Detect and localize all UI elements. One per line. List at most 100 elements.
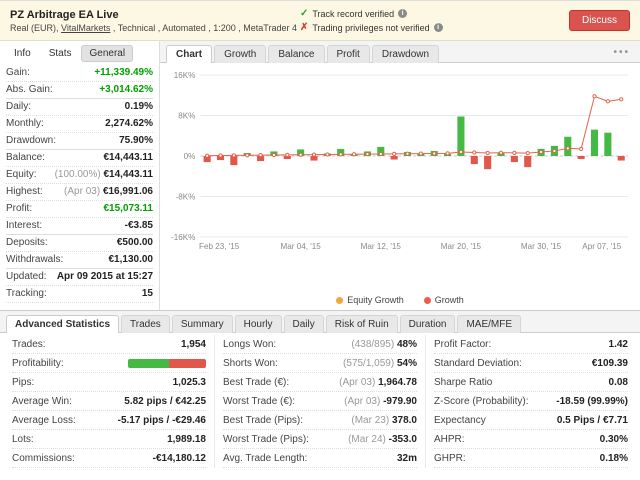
tab-daily[interactable]: Daily xyxy=(283,315,324,333)
stat-value: 0.19% xyxy=(124,101,153,112)
stat-label: Best Trade (Pips): xyxy=(223,414,304,426)
stat-row-drawdown: Drawdown: 75.90% xyxy=(6,133,153,150)
stat-row-monthly: Monthly: 2,274.62% xyxy=(6,116,153,133)
stat-value: 32m xyxy=(396,452,417,464)
account-header: PZ Arbitrage EA Live Real (EUR), VitalMa… xyxy=(0,1,640,41)
profitability-bar-win xyxy=(128,358,169,368)
stat-value: +3,014.62% xyxy=(99,84,153,95)
stat-label: Lots: xyxy=(12,433,34,445)
stat-label: Highest: xyxy=(6,186,43,197)
tab-hourly[interactable]: Hourly xyxy=(234,315,282,333)
legend-equity-growth[interactable]: Equity Growth xyxy=(336,295,404,305)
profitability-bar-loss xyxy=(168,358,206,368)
track-record-verified-label: Track record verified xyxy=(312,8,395,19)
stat-row-abs-gain: Abs. Gain: +3,014.62% xyxy=(6,82,153,99)
privileges-not-verified-row: ✗ Trading privileges not verified i xyxy=(300,22,443,33)
stat-value: €109.39 xyxy=(591,357,628,369)
equity-growth-marker-icon xyxy=(336,296,344,304)
stat-label: Profitability: xyxy=(12,357,64,369)
stat-row-highest: Highest: (Apr 03) €16,991.06 xyxy=(6,184,153,201)
stat-value: (438/895) 48% xyxy=(351,338,417,350)
info-panel-tabs: Info Stats General xyxy=(6,45,153,62)
stat-prefix: (Mar 24) xyxy=(348,433,386,445)
profitability-bar xyxy=(128,358,206,368)
info-icon[interactable]: i xyxy=(398,9,408,18)
chart-menu-icon[interactable]: ••• xyxy=(609,47,634,62)
stat-row-deposits: Deposits: €500.00 xyxy=(6,235,153,252)
row-worst-trade-pips: Worst Trade (Pips): (Mar 24) -353.0 xyxy=(223,430,417,449)
stat-value: 1,954 xyxy=(180,338,206,350)
tab-growth[interactable]: Growth xyxy=(214,45,267,63)
stat-label: Abs. Gain: xyxy=(6,84,53,95)
stat-row-gain: Gain: +11,339.49% xyxy=(6,65,153,82)
row-longs-won: Longs Won: (438/895) 48% xyxy=(223,335,417,354)
tab-balance[interactable]: Balance xyxy=(268,45,325,63)
svg-text:8K%: 8K% xyxy=(178,112,195,121)
tab-chart[interactable]: Chart xyxy=(166,45,213,63)
stat-label: Balance: xyxy=(6,152,45,163)
growth-marker-icon xyxy=(423,296,431,304)
statistics-tab-bar: Advanced Statistics Trades Summary Hourl… xyxy=(0,311,640,333)
stat-value: -5.17 pips / -€29.46 xyxy=(117,414,206,426)
row-avg-trade-length: Avg. Trade Length: 32m xyxy=(223,449,417,468)
stat-value: 1,025.3 xyxy=(172,376,206,388)
tab-info[interactable]: Info xyxy=(6,45,39,62)
tab-mae-mfe[interactable]: MAE/MFE xyxy=(457,315,522,333)
row-profitability: Profitability: xyxy=(12,354,206,373)
tab-trades[interactable]: Trades xyxy=(121,315,170,333)
tab-duration[interactable]: Duration xyxy=(399,315,456,333)
stat-prefix: (Mar 23) xyxy=(351,414,390,426)
tab-advanced-statistics[interactable]: Advanced Statistics xyxy=(6,315,120,333)
discuss-button[interactable]: Discuss xyxy=(568,10,630,31)
stat-label: Profit Factor: xyxy=(434,338,492,350)
cross-icon: ✗ xyxy=(300,22,309,33)
stat-prefix: (100.00%) xyxy=(54,169,101,180)
row-average-loss: Average Loss: -5.17 pips / -€29.46 xyxy=(12,411,206,430)
svg-text:Feb 23, '15: Feb 23, '15 xyxy=(199,242,240,251)
stat-value: (Apr 03) 1,964.78 xyxy=(339,376,417,388)
legend-label: Equity Growth xyxy=(347,295,404,305)
stat-label: Gain: xyxy=(6,67,30,78)
tab-general[interactable]: General xyxy=(81,45,134,62)
stat-label: Commissions: xyxy=(12,452,75,464)
stat-value: Apr 09 2015 at 15:27 xyxy=(56,271,153,282)
row-best-trade-pips: Best Trade (Pips): (Mar 23) 378.0 xyxy=(223,411,417,430)
check-icon: ✓ xyxy=(300,8,309,19)
stat-label: Monthly: xyxy=(6,118,44,129)
tab-summary[interactable]: Summary xyxy=(171,315,233,333)
info-panel: Info Stats General Gain: +11,339.49% Abs… xyxy=(0,41,160,310)
stat-label: Worst Trade (€): xyxy=(223,395,296,407)
verification-block: ✓ Track record verified i ✗ Trading priv… xyxy=(300,8,443,33)
tab-stats[interactable]: Stats xyxy=(41,45,80,62)
broker-link[interactable]: VitalMarkets xyxy=(61,23,110,33)
stat-value: 0.30% xyxy=(599,433,628,445)
chart-panel: Chart Growth Balance Profit Drawdown •••… xyxy=(160,41,640,310)
stats-column-1: Trades: 1,954 Profitability: Pips: 1,025… xyxy=(4,335,214,468)
stat-value: 1,989.18 xyxy=(167,433,206,445)
stat-value: 0.08 xyxy=(608,376,628,388)
svg-text:Mar 12, '15: Mar 12, '15 xyxy=(361,242,402,251)
chart-area: 16K% 8K% 0% -8K% -16K% Feb 23, '15 Mar 04, '15… xyxy=(160,63,640,294)
stat-label: Average Win: xyxy=(12,395,72,407)
main-area: Info Stats General Gain: +11,339.49% Abs… xyxy=(0,41,640,311)
row-pips: Pips: 1,025.3 xyxy=(12,373,206,392)
stat-prefix: (Apr 03) xyxy=(339,376,376,388)
legend-growth[interactable]: Growth xyxy=(423,295,464,305)
tab-profit[interactable]: Profit xyxy=(326,45,370,63)
svg-text:0%: 0% xyxy=(184,152,196,161)
stat-label: Z-Score (Probability): xyxy=(434,395,529,407)
info-icon[interactable]: i xyxy=(433,23,443,32)
row-z-score: Z-Score (Probability): -18.59 (99.99%) xyxy=(434,392,628,411)
row-sharpe-ratio: Sharpe Ratio 0.08 xyxy=(434,373,628,392)
tab-drawdown[interactable]: Drawdown xyxy=(371,45,440,63)
row-average-win: Average Win: 5.82 pips / €42.25 xyxy=(12,392,206,411)
stat-row-withdrawals: Withdrawals: €1,130.00 xyxy=(6,252,153,269)
tab-risk-of-ruin[interactable]: Risk of Ruin xyxy=(325,315,398,333)
stat-value: (100.00%) €14,443.11 xyxy=(54,169,153,180)
stat-prefix: (575/1,059) xyxy=(343,357,395,369)
stat-value: -€14,180.12 xyxy=(152,452,206,464)
stat-prefix: (438/895) xyxy=(351,338,395,350)
stat-row-profit: Profit: €15,073.11 xyxy=(6,201,153,218)
stat-value: (Mar 23) 378.0 xyxy=(351,414,417,426)
stat-value: +11,339.49% xyxy=(94,67,153,78)
